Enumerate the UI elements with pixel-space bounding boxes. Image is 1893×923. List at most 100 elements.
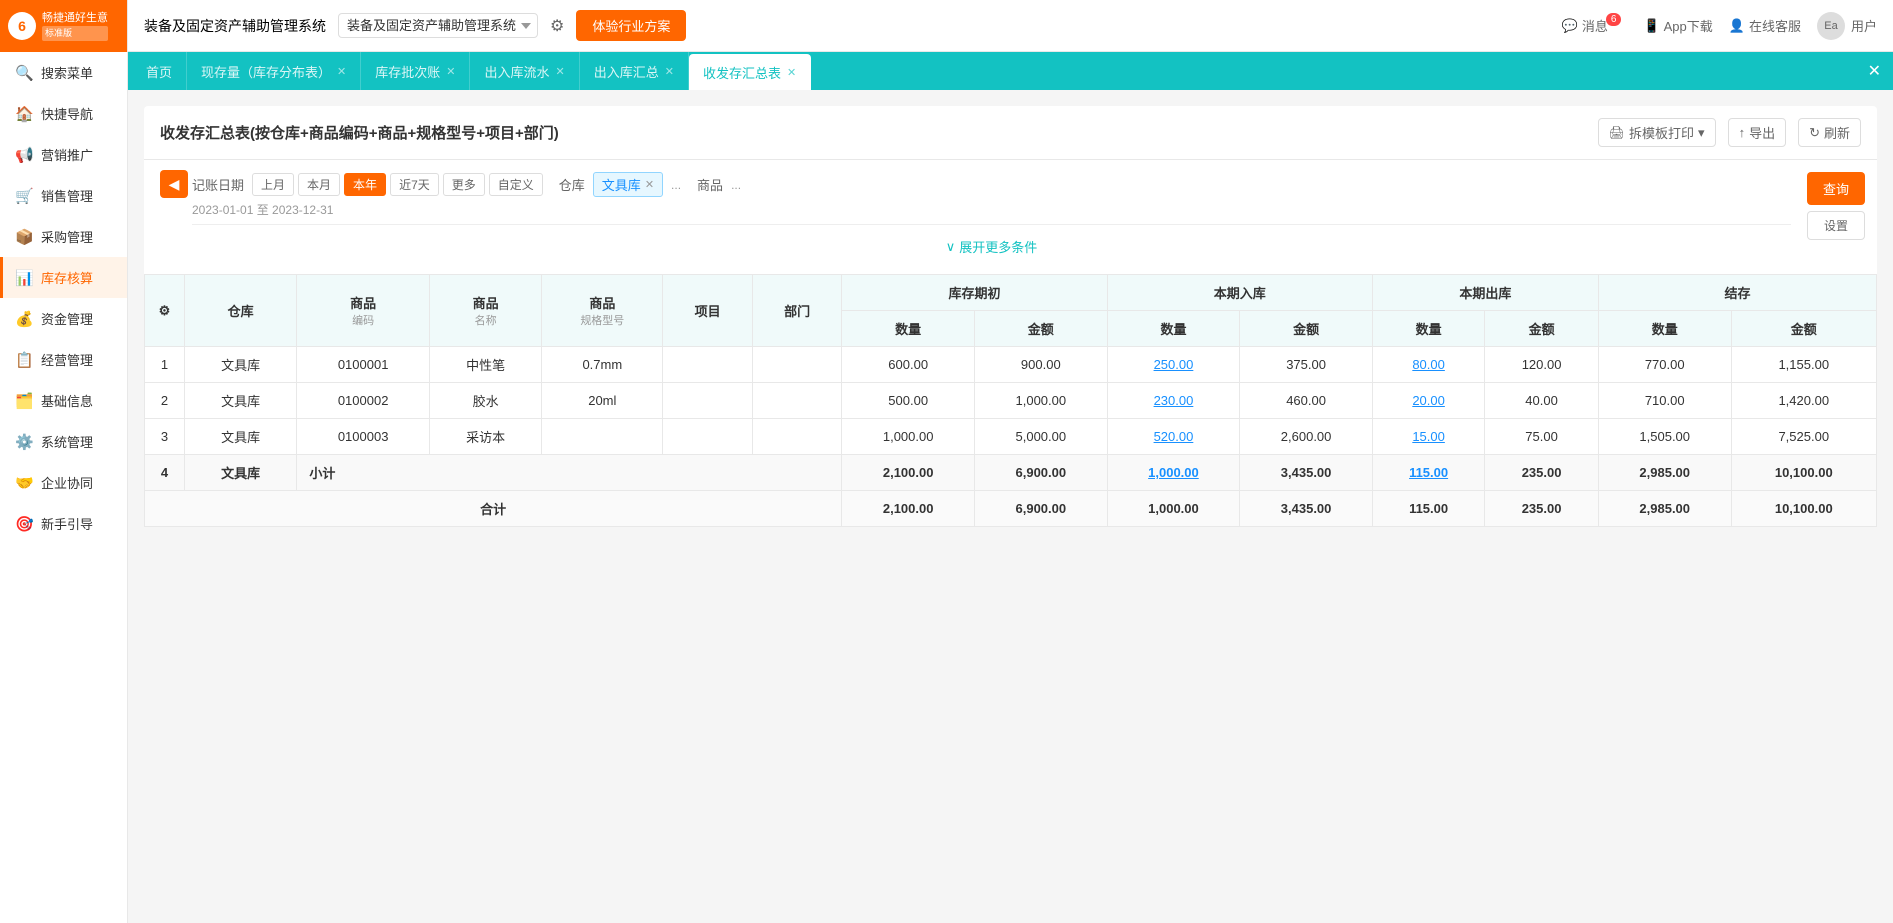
row-project <box>663 419 753 455</box>
user-menu[interactable]: Ea 用户 <box>1817 12 1877 40</box>
th-group-opening: 库存期初 <box>842 275 1107 311</box>
warehouse-more[interactable]: ... <box>671 178 681 192</box>
avatar: Ea <box>1817 12 1845 40</box>
message-icon: 💬 <box>1562 18 1578 34</box>
th-in-amt: 金额 <box>1240 311 1373 347</box>
row-out-amt: 75.00 <box>1485 419 1599 455</box>
tab-inout-summary[interactable]: 出入库汇总 ✕ <box>580 52 689 90</box>
guide-icon: 🎯 <box>15 515 33 533</box>
row-in-qty[interactable]: 520.00 <box>1107 419 1240 455</box>
row-in-amt: 375.00 <box>1240 347 1373 383</box>
sidebar-item-operations[interactable]: 📋 经营管理 <box>0 339 127 380</box>
th-department: 部门 <box>752 275 842 347</box>
tab-close-icon[interactable]: ✕ <box>556 65 565 78</box>
sidebar-item-inventory[interactable]: 📊 库存核算 <box>0 257 127 298</box>
search-icon: 🔍 <box>15 64 33 82</box>
row-balance-amt: 1,155.00 <box>1731 347 1876 383</box>
row-opening-amt: 5,000.00 <box>974 419 1107 455</box>
row-out-qty[interactable]: 15.00 <box>1372 419 1484 455</box>
sidebar-item-label: 新手引导 <box>41 514 93 533</box>
date-btn-this-year[interactable]: 本年 <box>344 173 386 196</box>
tabbar-close-btn[interactable]: ✕ <box>1868 61 1881 81</box>
tab-close-icon[interactable]: ✕ <box>337 65 346 78</box>
tab-batch[interactable]: 库存批次账 ✕ <box>361 52 470 90</box>
date-filter: 记账日期 上月 本月 本年 近7天 更多 自定义 <box>192 173 543 196</box>
subtotal-warehouse: 文具库 <box>185 455 297 491</box>
row-opening-qty: 1,000.00 <box>842 419 975 455</box>
export-btn[interactable]: ↑ 导出 <box>1728 118 1787 147</box>
refresh-btn[interactable]: ↻ 刷新 <box>1798 118 1861 147</box>
row-balance-amt: 7,525.00 <box>1731 419 1876 455</box>
tab-inout-flow[interactable]: 出入库流水 ✕ <box>470 52 579 90</box>
settings-icon[interactable]: ⚙ <box>550 16 564 36</box>
tab-close-icon[interactable]: ✕ <box>446 65 455 78</box>
tab-close-icon[interactable]: ✕ <box>665 65 674 78</box>
sidebar-item-cooperation[interactable]: 🤝 企业协同 <box>0 462 127 503</box>
sidebar: 6 畅捷通好生意 标准版 🔍 搜索菜单 🏠 快捷导航 📢 营销推广 🛒 销售管理… <box>0 0 128 923</box>
sidebar-item-system[interactable]: ⚙️ 系统管理 <box>0 421 127 462</box>
sidebar-item-quicknav[interactable]: 🏠 快捷导航 <box>0 93 127 134</box>
goods-label: 商品 <box>697 175 723 194</box>
message-badge: 6 <box>1606 13 1622 26</box>
sidebar-item-basic[interactable]: 🗂️ 基础信息 <box>0 380 127 421</box>
row-balance-qty: 770.00 <box>1598 347 1731 383</box>
row-department <box>752 383 842 419</box>
logo-icon: 6 <box>8 12 36 40</box>
sidebar-item-finance[interactable]: 💰 资金管理 <box>0 298 127 339</box>
date-btn-7days[interactable]: 近7天 <box>390 173 439 196</box>
subtotal-row: 4 文具库 小计 2,100.00 6,900.00 1,000.00 3,43… <box>145 455 1877 491</box>
warehouse-tag-close[interactable]: ✕ <box>645 178 654 191</box>
tab-recv-send-summary[interactable]: 收发存汇总表 ✕ <box>689 54 811 90</box>
row-opening-amt: 1,000.00 <box>974 383 1107 419</box>
row-opening-qty: 600.00 <box>842 347 975 383</box>
total-balance-amt: 10,100.00 <box>1731 491 1876 527</box>
row-warehouse: 文具库 <box>185 419 297 455</box>
online-service-btn[interactable]: 👤 在线客服 <box>1729 16 1801 35</box>
row-out-qty[interactable]: 80.00 <box>1372 347 1484 383</box>
sidebar-item-label: 系统管理 <box>41 432 93 451</box>
table-row: 2 文具库 0100002 胶水 20ml 500.00 1,000.00 23… <box>145 383 1877 419</box>
filter-settings-btn[interactable]: 设置 <box>1807 211 1865 240</box>
row-balance-qty: 1,505.00 <box>1598 419 1731 455</box>
system-selector[interactable]: 装备及固定资产辅助管理系统 <box>338 13 538 38</box>
sidebar-item-label: 营销推广 <box>41 145 93 164</box>
row-in-qty[interactable]: 250.00 <box>1107 347 1240 383</box>
row-index: 1 <box>145 347 185 383</box>
date-btn-last-month[interactable]: 上月 <box>252 173 294 196</box>
experience-btn[interactable]: 体验行业方案 <box>576 10 686 41</box>
sidebar-item-label: 基础信息 <box>41 391 93 410</box>
date-btn-more[interactable]: 更多 <box>443 173 485 196</box>
app-download-btn[interactable]: 📱 App下载 <box>1643 16 1712 35</box>
goods-more[interactable]: ... <box>731 178 741 192</box>
table-settings-header[interactable]: ⚙ <box>145 275 185 347</box>
sidebar-item-guide[interactable]: 🎯 新手引导 <box>0 503 127 544</box>
sidebar-item-sales[interactable]: 🛒 销售管理 <box>0 175 127 216</box>
th-project: 项目 <box>663 275 753 347</box>
row-in-qty[interactable]: 230.00 <box>1107 383 1240 419</box>
date-btn-this-month[interactable]: 本月 <box>298 173 340 196</box>
table-row: 3 文具库 0100003 采访本 1,000.00 5,000.00 520.… <box>145 419 1877 455</box>
sidebar-item-search[interactable]: 🔍 搜索菜单 <box>0 52 127 93</box>
expand-btn[interactable]: ∨ 展开更多条件 <box>192 231 1791 262</box>
subtotal-opening-amt: 6,900.00 <box>974 455 1107 491</box>
tab-close-icon[interactable]: ✕ <box>787 66 796 79</box>
total-row: 合计 2,100.00 6,900.00 1,000.00 3,435.00 1… <box>145 491 1877 527</box>
tabbar-end: ✕ <box>1868 61 1889 81</box>
sidebar-item-label: 库存核算 <box>41 268 93 287</box>
print-btn[interactable]: 🖨 拆模板打印 ▾ <box>1598 118 1716 147</box>
sidebar-item-purchase[interactable]: 📦 采购管理 <box>0 216 127 257</box>
total-in-qty: 1,000.00 <box>1107 491 1240 527</box>
query-btn[interactable]: 查询 <box>1807 172 1865 205</box>
message-btn[interactable]: 💬 消息 6 <box>1562 16 1628 35</box>
sidebar-item-label: 搜索菜单 <box>41 63 93 82</box>
tab-inventory-dist[interactable]: 现存量（库存分布表） ✕ <box>187 52 361 90</box>
row-out-qty[interactable]: 20.00 <box>1372 383 1484 419</box>
date-btn-custom[interactable]: 自定义 <box>489 173 543 196</box>
row-warehouse: 文具库 <box>185 347 297 383</box>
export-icon: ↑ <box>1739 125 1746 140</box>
sidebar-item-marketing[interactable]: 📢 营销推广 <box>0 134 127 175</box>
sidebar-item-label: 企业协同 <box>41 473 93 492</box>
sidebar-item-label: 快捷导航 <box>41 104 93 123</box>
tab-home[interactable]: 首页 <box>132 52 187 90</box>
th-goods-code: 商品编码 <box>297 275 430 347</box>
